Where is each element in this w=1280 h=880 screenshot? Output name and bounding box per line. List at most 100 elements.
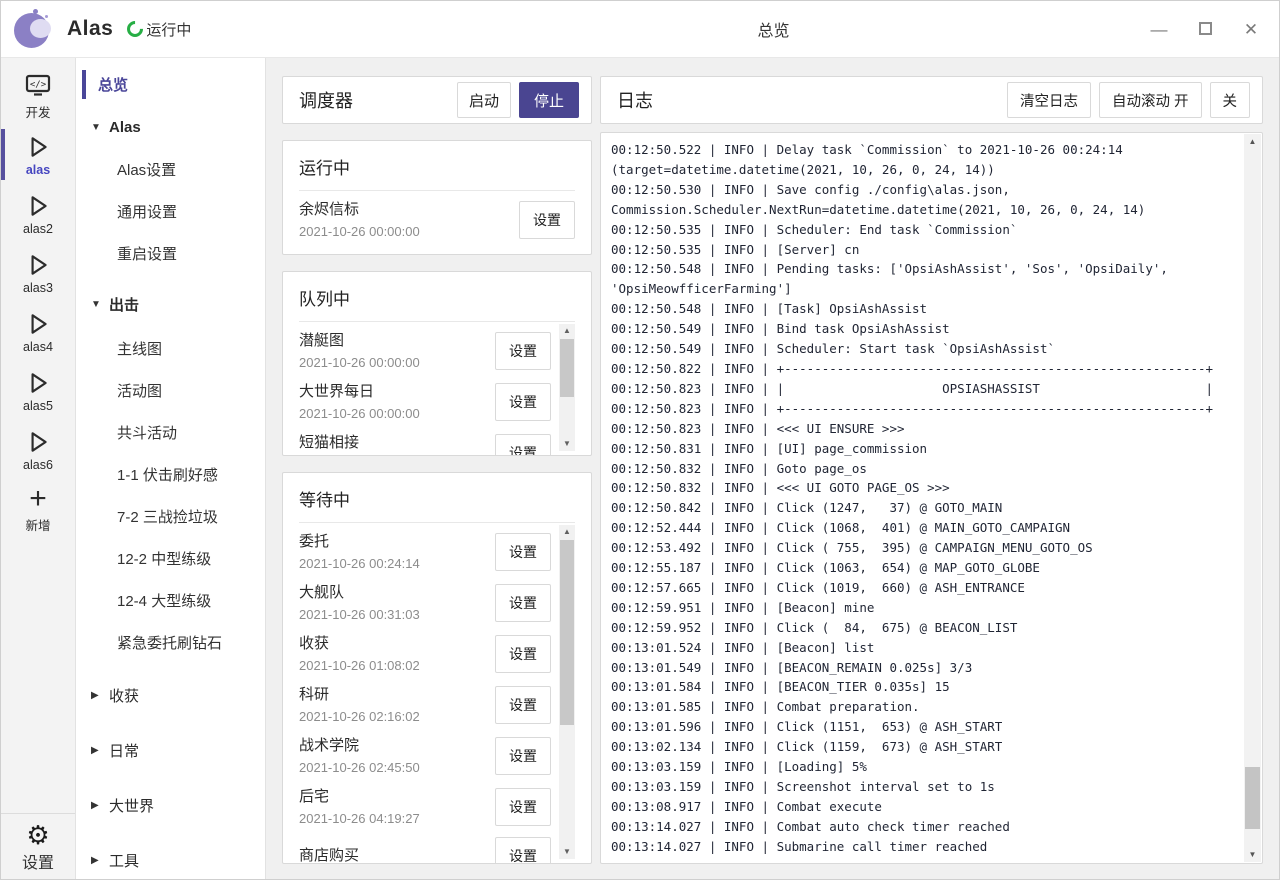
task-setting-button[interactable]: 设置	[495, 837, 551, 863]
nav-group-label: 出击	[109, 294, 139, 315]
play-icon	[25, 132, 51, 162]
rail-item-alas2[interactable]: alas2	[1, 184, 75, 243]
task-row: 短猫相接 2021-10-26 00:00:00 设置	[299, 432, 575, 455]
rail-item-alas4[interactable]: alas4	[1, 302, 75, 361]
task-setting-button[interactable]: 设置	[495, 332, 551, 370]
scroll-up-icon[interactable]: ▲	[1244, 134, 1261, 149]
waiting-panel: 等待中 委托 2021-10-26 00:24:14 设置 大舰	[282, 472, 592, 864]
autoscroll-on-button[interactable]: 自动滚动 开	[1099, 82, 1202, 118]
nav-group-reward[interactable]: ▶ 收获	[76, 673, 265, 718]
nav-group-sortie[interactable]: ▼ 出击	[76, 282, 265, 327]
task-time: 2021-10-26 00:00:00	[299, 353, 495, 372]
scroll-up-icon[interactable]: ▲	[559, 525, 575, 539]
nav-group-alas[interactable]: ▼ Alas	[76, 107, 265, 148]
close-icon[interactable]: ✕	[1241, 20, 1261, 40]
nav-group-label: 工具	[109, 850, 139, 871]
task-row: 大舰队 2021-10-26 00:31:03 设置	[299, 582, 575, 624]
rail-item-dev[interactable]: </> 开发	[1, 66, 75, 125]
scroll-down-icon[interactable]: ▼	[1244, 847, 1261, 862]
queue-panel: 队列中 潜艇图 2021-10-26 00:00:00 设置 大	[282, 271, 592, 456]
nav-item-urgent-commission[interactable]: 紧急委托刷钻石	[76, 621, 265, 663]
scheduler-start-button[interactable]: 启动	[457, 82, 511, 118]
play-icon	[25, 427, 51, 457]
caret-right-icon: ▶	[91, 690, 109, 701]
nav-item-alas-settings[interactable]: Alas设置	[76, 148, 265, 190]
clear-log-button[interactable]: 清空日志	[1007, 82, 1091, 118]
waiting-list: 委托 2021-10-26 00:24:14 设置 大舰队 2021-10-26…	[283, 523, 591, 863]
log-panel-header: 日志 清空日志 自动滚动 开 关	[600, 76, 1263, 124]
task-row: 委托 2021-10-26 00:24:14 设置	[299, 531, 575, 573]
scheduler-status-text: 运行中	[146, 19, 191, 40]
scrollbar-thumb[interactable]	[560, 540, 574, 725]
task-setting-button[interactable]: 设置	[495, 584, 551, 622]
task-setting-button[interactable]: 设置	[495, 434, 551, 455]
caret-down-icon: ▼	[91, 122, 109, 133]
alas-logo-icon	[13, 9, 53, 49]
rail-item-alas5[interactable]: alas5	[1, 361, 75, 420]
running-title: 运行中	[283, 141, 591, 190]
scheduler-stop-button[interactable]: 停止	[519, 82, 579, 118]
task-setting-button[interactable]: 设置	[519, 201, 575, 239]
log-scrollbar[interactable]: ▲ ▼	[1244, 134, 1261, 862]
task-setting-button[interactable]: 设置	[495, 686, 551, 724]
task-name: 科研	[299, 684, 495, 705]
nav-sidebar: 总览 ▼ Alas Alas设置 通用设置 重启设置 ▼ 出击 主线图 活动图 …	[76, 58, 266, 879]
task-name: 收获	[299, 633, 495, 654]
rail-item-label: alas2	[23, 222, 53, 236]
play-icon	[25, 368, 51, 398]
rail-item-add-instance[interactable]: + 新增	[1, 479, 75, 538]
task-setting-button[interactable]: 设置	[495, 737, 551, 775]
task-setting-button[interactable]: 设置	[495, 788, 551, 826]
nav-item-12-4[interactable]: 12-4 大型练级	[76, 579, 265, 621]
scroll-down-icon[interactable]: ▼	[559, 845, 575, 859]
rail-item-label: alas6	[23, 458, 53, 472]
rail-item-label: alas	[26, 163, 50, 177]
task-time: 2021-10-26 00:24:14	[299, 554, 495, 573]
running-list: 余烬信标 2021-10-26 00:00:00 设置	[283, 191, 591, 254]
scroll-up-icon[interactable]: ▲	[559, 324, 575, 338]
maximize-icon[interactable]	[1195, 20, 1215, 40]
rail-item-alas3[interactable]: alas3	[1, 243, 75, 302]
rail-item-label: 开发	[25, 102, 50, 121]
task-setting-button[interactable]: 设置	[495, 383, 551, 421]
task-row: 潜艇图 2021-10-26 00:00:00 设置	[299, 330, 575, 372]
log-text[interactable]: 00:12:50.522 | INFO | Delay task `Commis…	[601, 133, 1262, 863]
task-setting-button[interactable]: 设置	[495, 635, 551, 673]
nav-item-general-settings[interactable]: 通用设置	[76, 190, 265, 232]
queue-scrollbar[interactable]: ▲ ▼	[559, 324, 575, 451]
nav-item-event[interactable]: 活动图	[76, 369, 265, 411]
task-setting-button[interactable]: 设置	[495, 533, 551, 571]
rail-item-alas[interactable]: alas	[1, 125, 75, 184]
gear-icon: ⚙	[26, 821, 49, 849]
rail-item-label: alas4	[23, 340, 53, 354]
nav-group-daily[interactable]: ▶ 日常	[76, 728, 265, 773]
nav-item-restart-settings[interactable]: 重启设置	[76, 232, 265, 274]
nav-item-1-1[interactable]: 1-1 伏击刷好感	[76, 453, 265, 495]
minimize-icon[interactable]: —	[1149, 20, 1169, 40]
play-icon	[25, 250, 51, 280]
play-icon	[25, 191, 51, 221]
task-time: 2021-10-26 00:00:00	[299, 222, 519, 241]
autoscroll-off-button[interactable]: 关	[1210, 82, 1251, 118]
plus-icon: +	[29, 484, 47, 514]
nav-item-7-2[interactable]: 7-2 三战捡垃圾	[76, 495, 265, 537]
waiting-scrollbar[interactable]: ▲ ▼	[559, 525, 575, 859]
nav-item-raid[interactable]: 共斗活动	[76, 411, 265, 453]
scroll-down-icon[interactable]: ▼	[559, 437, 575, 451]
nav-group-tools[interactable]: ▶ 工具	[76, 838, 265, 879]
nav-item-overview[interactable]: 总览	[82, 70, 265, 99]
rail-item-settings[interactable]: ⚙ 设置	[1, 813, 75, 879]
task-row: 战术学院 2021-10-26 02:45:50 设置	[299, 735, 575, 777]
rail-item-alas6[interactable]: alas6	[1, 420, 75, 479]
nav-group-opsi[interactable]: ▶ 大世界	[76, 783, 265, 828]
scrollbar-thumb[interactable]	[560, 339, 574, 397]
task-time: 2021-10-26 01:08:02	[299, 656, 495, 675]
scheduler-panel: 调度器 启动 停止	[282, 76, 592, 124]
task-name: 大世界每日	[299, 381, 495, 402]
nav-item-main-chapter[interactable]: 主线图	[76, 327, 265, 369]
queue-title: 队列中	[283, 272, 591, 321]
task-name: 潜艇图	[299, 330, 495, 351]
scrollbar-thumb[interactable]	[1245, 767, 1260, 829]
nav-item-12-2[interactable]: 12-2 中型练级	[76, 537, 265, 579]
app-window: Alas 运行中 总览 — ✕ </> 开发	[0, 0, 1280, 880]
